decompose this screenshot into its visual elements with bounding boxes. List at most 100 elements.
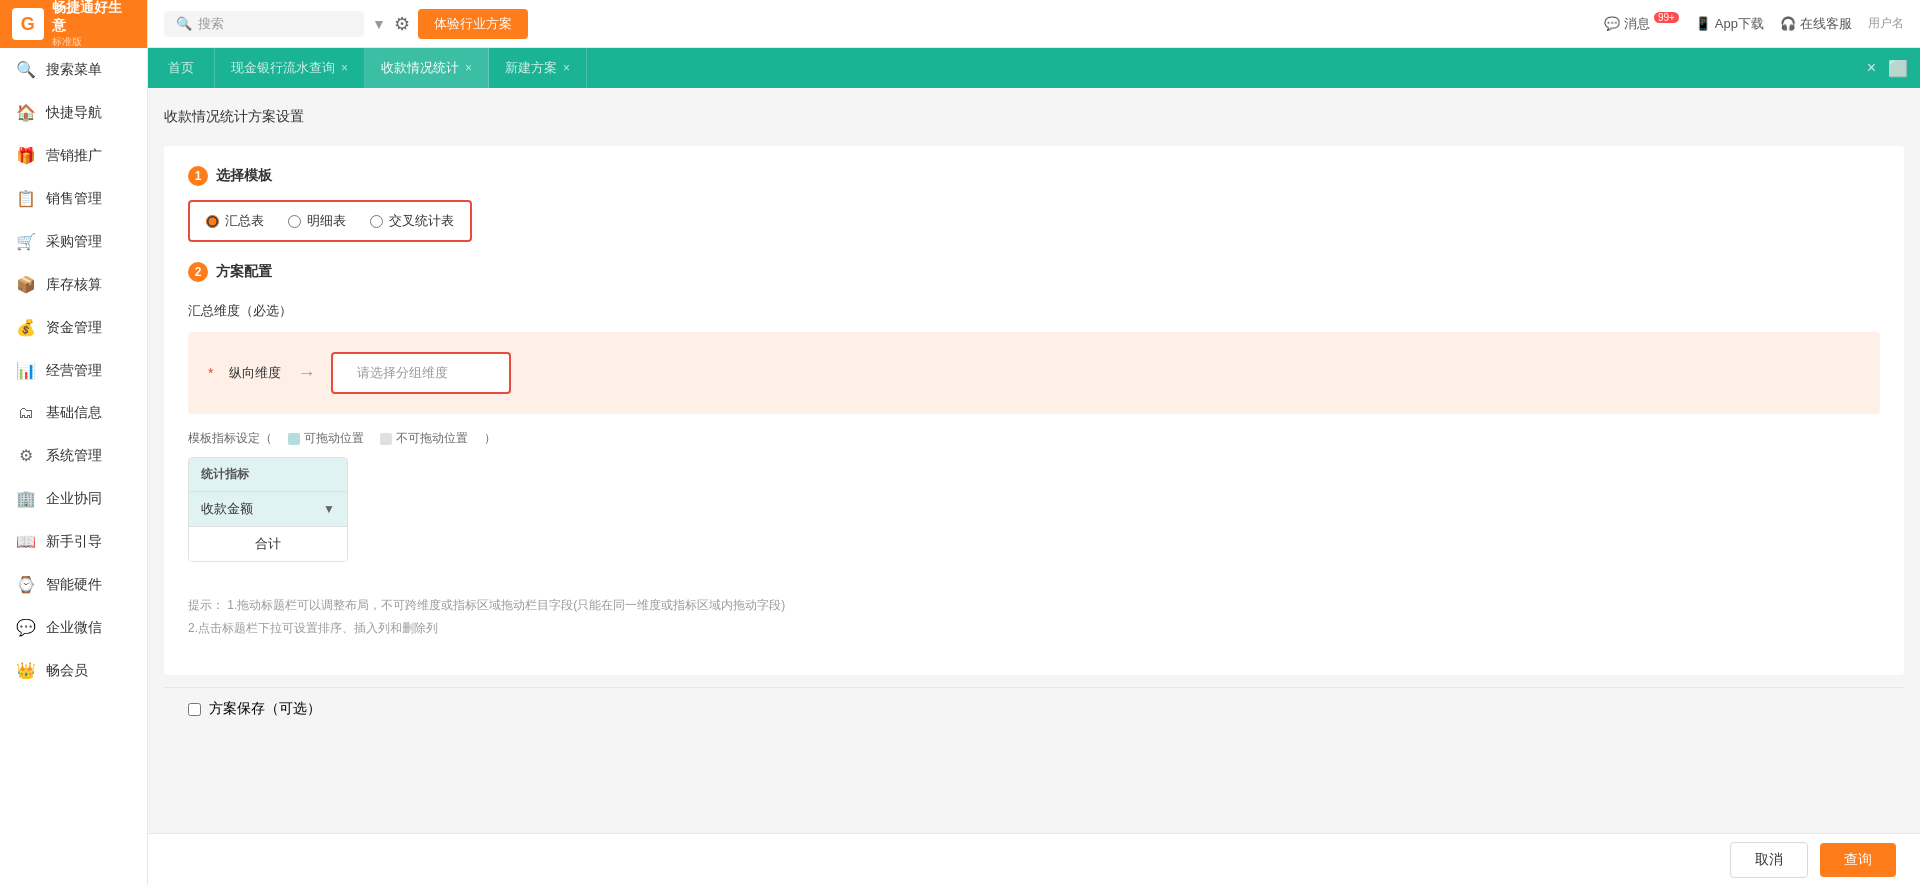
marketing-icon: 🎁 xyxy=(16,146,36,165)
user-info: 用户名 xyxy=(1868,15,1904,32)
dimension-selector[interactable]: 请选择分组维度 xyxy=(331,352,511,394)
tab-collection-stats-label: 收款情况统计 xyxy=(381,59,459,77)
header-left: 🔍 搜索 ▼ ⚙ 体验行业方案 xyxy=(164,9,528,39)
radio-detail[interactable]: 明细表 xyxy=(288,212,346,230)
summary-dimension-label: 汇总维度（必选） xyxy=(188,302,1880,320)
app-download-item[interactable]: 📱 App下载 xyxy=(1695,15,1764,33)
sidebar-label-finance: 资金管理 xyxy=(46,319,102,337)
tips-section: 提示： 1.拖动标题栏可以调整布局，不可跨维度或指标区域拖动栏目字段(只能在同一… xyxy=(188,585,1880,655)
metrics-cell-amount[interactable]: 收款金额 ▼ xyxy=(189,491,347,526)
metrics-legend: 模板指标设定（ 可拖动位置 不可拖动位置 ） xyxy=(188,430,1880,447)
fixed-dot xyxy=(380,433,392,445)
sidebar-item-newbie[interactable]: 📖 新手引导 xyxy=(0,520,147,563)
save-option-bar: 方案保存（可选） xyxy=(164,687,1904,730)
step2-label: 方案配置 xyxy=(216,263,272,281)
sidebar-item-purchase[interactable]: 🛒 采购管理 xyxy=(0,220,147,263)
save-label: 方案保存（可选） xyxy=(209,700,321,718)
tab-new-plan[interactable]: 新建方案 × xyxy=(489,48,587,88)
radio-cross[interactable]: 交叉统计表 xyxy=(370,212,454,230)
metrics-cell-total: 合计 xyxy=(189,526,347,561)
system-icon: ⚙ xyxy=(16,446,36,465)
sidebar-item-operations[interactable]: 📊 经营管理 xyxy=(0,349,147,392)
step1-label: 选择模板 xyxy=(216,167,272,185)
draggable-dot xyxy=(288,433,300,445)
maximize-btn[interactable]: ⬜ xyxy=(1888,59,1908,78)
inventory-icon: 📦 xyxy=(16,275,36,294)
tab-collection-stats-close[interactable]: × xyxy=(465,61,472,75)
message-icon: 💬 xyxy=(1604,16,1620,31)
footer: 取消 查询 xyxy=(148,833,1920,885)
sidebar-item-marketing[interactable]: 🎁 营销推广 xyxy=(0,134,147,177)
sidebar-item-sales[interactable]: 📋 销售管理 xyxy=(0,177,147,220)
save-checkbox[interactable] xyxy=(188,703,201,716)
message-item[interactable]: 💬 消息 99+ xyxy=(1604,15,1679,33)
legend-draggable: 可拖动位置 xyxy=(288,430,364,447)
tab-new-plan-close[interactable]: × xyxy=(563,61,570,75)
tab-new-plan-label: 新建方案 xyxy=(505,59,557,77)
tab-bank-flow-close[interactable]: × xyxy=(341,61,348,75)
sidebar-label-quick-nav: 快捷导航 xyxy=(46,104,102,122)
metrics-header: 统计指标 xyxy=(189,458,347,491)
sidebar-item-wechat[interactable]: 💬 企业微信 xyxy=(0,606,147,649)
step1-num: 1 xyxy=(188,166,208,186)
message-badge: 99+ xyxy=(1654,12,1679,23)
support-icon: 🎧 xyxy=(1780,16,1796,31)
query-button[interactable]: 查询 xyxy=(1820,843,1896,877)
dropdown-arrow-icon[interactable]: ▼ xyxy=(372,16,386,32)
search-icon: 🔍 xyxy=(176,16,192,31)
vertical-label: 纵向维度 xyxy=(229,364,281,382)
sidebar-item-quick-nav[interactable]: 🏠 快捷导航 xyxy=(0,91,147,134)
search-menu-icon: 🔍 xyxy=(16,60,36,79)
tabbar-right: × ⬜ xyxy=(1867,48,1920,88)
sidebar-item-basic-info[interactable]: 🗂 基础信息 xyxy=(0,392,147,434)
download-icon: 📱 xyxy=(1695,16,1711,31)
radio-summary[interactable]: 汇总表 xyxy=(206,212,264,230)
template-options: 汇总表 明细表 交叉统计表 xyxy=(188,200,472,242)
search-bar[interactable]: 🔍 搜索 xyxy=(164,11,364,37)
radio-cross-input[interactable] xyxy=(370,215,383,228)
sidebar-item-member[interactable]: 👑 畅会员 xyxy=(0,649,147,692)
sidebar-logo: G 畅捷通好生意 标准版 xyxy=(0,0,147,48)
step2-num: 2 xyxy=(188,262,208,282)
metrics-table: 统计指标 收款金额 ▼ 合计 xyxy=(188,457,348,562)
quick-nav-icon: 🏠 xyxy=(16,103,36,122)
tab-collection-stats[interactable]: 收款情况统计 × xyxy=(365,48,489,88)
gear-icon[interactable]: ⚙ xyxy=(394,13,410,35)
industry-btn[interactable]: 体验行业方案 xyxy=(418,9,528,39)
sidebar-label-wechat: 企业微信 xyxy=(46,619,102,637)
sidebar-item-enterprise[interactable]: 🏢 企业协同 xyxy=(0,477,147,520)
wechat-icon: 💬 xyxy=(16,618,36,637)
sidebar-label-marketing: 营销推广 xyxy=(46,147,102,165)
newbie-icon: 📖 xyxy=(16,532,36,551)
sidebar-label-smart-hw: 智能硬件 xyxy=(46,576,102,594)
close-window-btn[interactable]: × xyxy=(1867,59,1876,77)
radio-summary-input[interactable] xyxy=(206,215,219,228)
purchase-icon: 🛒 xyxy=(16,232,36,251)
enterprise-icon: 🏢 xyxy=(16,489,36,508)
radio-detail-label: 明细表 xyxy=(307,212,346,230)
sidebar-item-inventory[interactable]: 📦 库存核算 xyxy=(0,263,147,306)
sidebar-item-system[interactable]: ⚙ 系统管理 xyxy=(0,434,147,477)
sidebar-label-operations: 经营管理 xyxy=(46,362,102,380)
radio-detail-input[interactable] xyxy=(288,215,301,228)
sidebar-label-sales: 销售管理 xyxy=(46,190,102,208)
draggable-label: 可拖动位置 xyxy=(304,430,364,447)
main-content: 收款情况统计方案设置 1 选择模板 汇总表 明细表 交叉统计表 2 方案配置 xyxy=(148,88,1920,885)
sidebar-item-finance[interactable]: 💰 资金管理 xyxy=(0,306,147,349)
app-download-label: App下载 xyxy=(1715,15,1764,33)
tab-bank-flow[interactable]: 现金银行流水查询 × xyxy=(215,48,365,88)
sidebar-item-smart-hw[interactable]: ⌚ 智能硬件 xyxy=(0,563,147,606)
metrics-dropdown-arrow[interactable]: ▼ xyxy=(323,502,335,516)
sidebar-label-newbie: 新手引导 xyxy=(46,533,102,551)
tab-bank-flow-label: 现金银行流水查询 xyxy=(231,59,335,77)
app-logo-icon: G xyxy=(12,8,44,40)
operations-icon: 📊 xyxy=(16,361,36,380)
metrics-section: 模板指标设定（ 可拖动位置 不可拖动位置 ） 统计指标 收款金额 xyxy=(188,430,1880,565)
tab-home[interactable]: 首页 xyxy=(148,48,215,88)
cancel-button[interactable]: 取消 xyxy=(1730,842,1808,878)
sidebar-item-search-menu[interactable]: 🔍 搜索菜单 xyxy=(0,48,147,91)
radio-cross-label: 交叉统计表 xyxy=(389,212,454,230)
online-support-item[interactable]: 🎧 在线客服 xyxy=(1780,15,1852,33)
config-section: 汇总维度（必选） * 纵向维度 → 请选择分组维度 模板指标设定（ 可拖动位置 xyxy=(188,302,1880,655)
page-title: 收款情况统计方案设置 xyxy=(164,104,1904,130)
